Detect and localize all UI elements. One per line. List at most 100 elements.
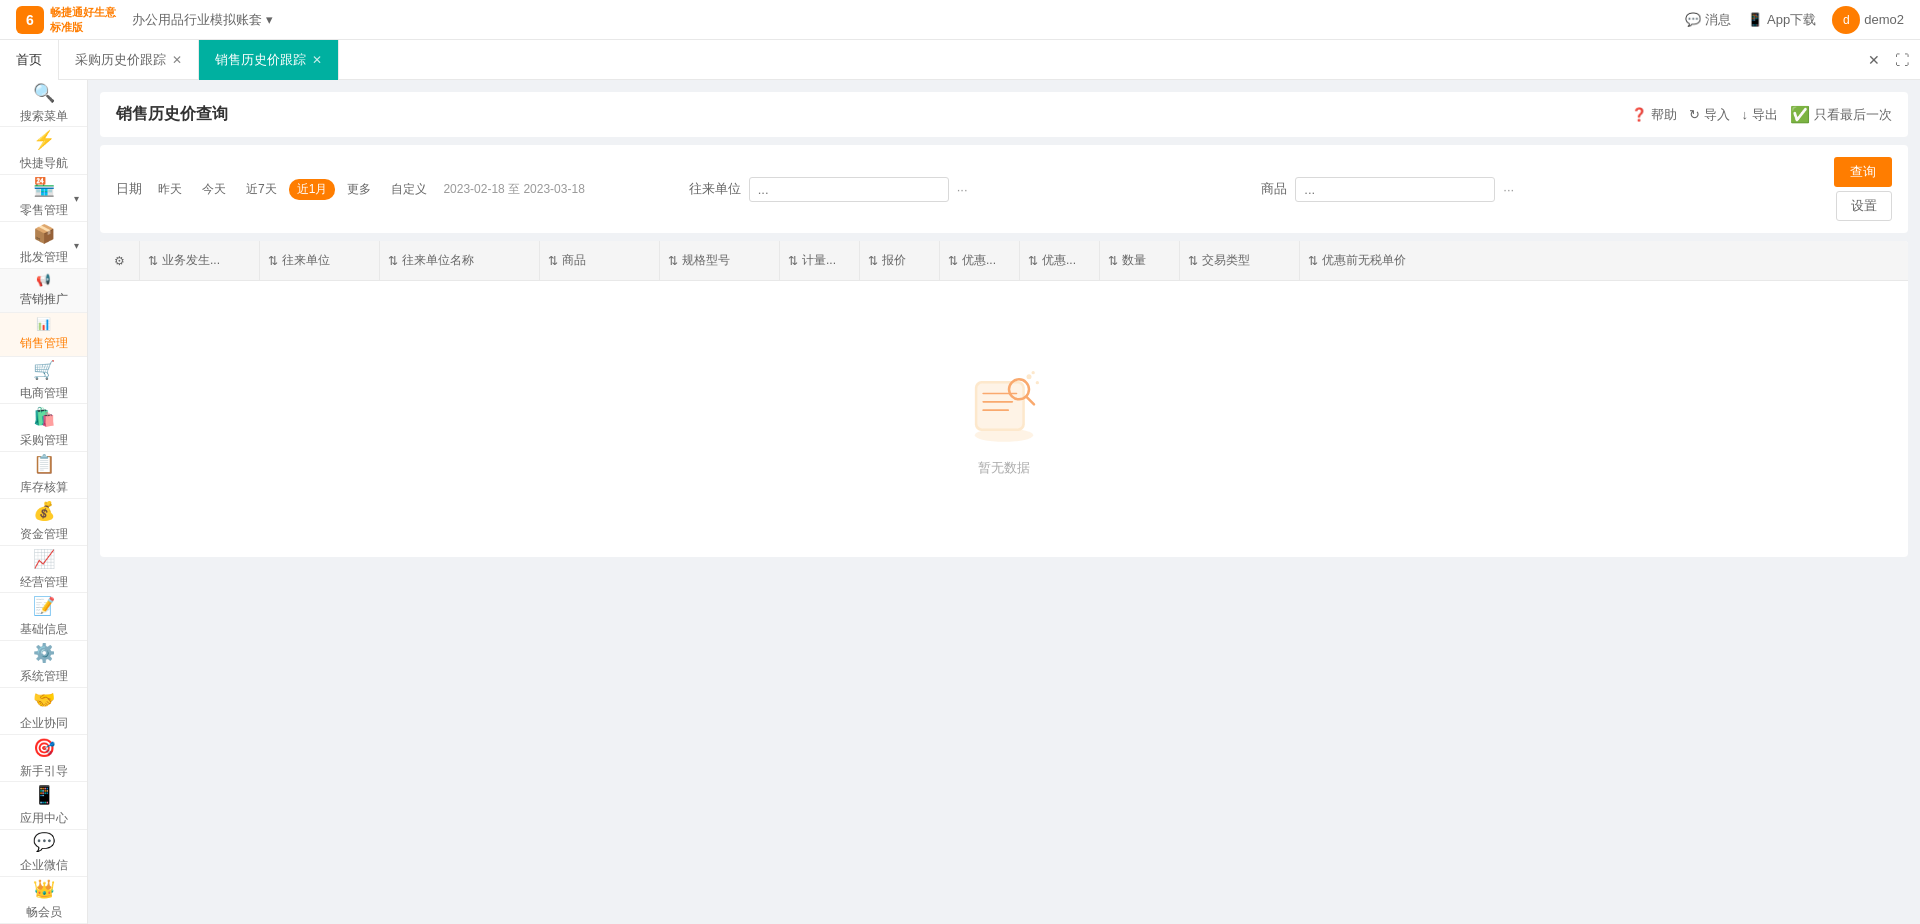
- message-icon: 💬: [1685, 12, 1701, 27]
- help-button[interactable]: ❓ 帮助: [1631, 106, 1677, 124]
- logo-text: 畅捷通好生意 标准版: [50, 5, 116, 34]
- sidebar-item-label: 销售管理: [20, 335, 68, 352]
- filter-row-date: 日期 昨天 今天 近7天 近1月 更多 自定义 2023-02-18 至 202…: [116, 179, 677, 200]
- user-avatar-button[interactable]: d demo2: [1832, 6, 1904, 34]
- tab-sales-label: 销售历史价跟踪: [215, 51, 306, 69]
- sidebar-item-enterprise[interactable]: 🤝 企业协同: [0, 688, 87, 735]
- date-btn-today[interactable]: 今天: [194, 179, 234, 200]
- enterprise-icon: 🤝: [33, 689, 55, 711]
- finance-icon: 💰: [33, 500, 55, 522]
- th-quote[interactable]: ⇅ 报价: [860, 241, 940, 280]
- date-btn-yesterday[interactable]: 昨天: [150, 179, 190, 200]
- sidebar-item-basic-info[interactable]: 📝 基础信息: [0, 593, 87, 640]
- th-trade-type[interactable]: ⇅ 交易类型: [1180, 241, 1300, 280]
- tab-sales-close[interactable]: ✕: [312, 53, 322, 67]
- sidebar-item-wechat[interactable]: 💬 企业微信: [0, 830, 87, 877]
- app-download-button[interactable]: 📱 App下载: [1747, 11, 1816, 29]
- date-label: 日期: [116, 180, 142, 198]
- th-goods[interactable]: ⇅ 商品: [540, 241, 660, 280]
- partner-label: 往来单位: [689, 180, 741, 198]
- filter-row-goods: 商品 ···: [1261, 177, 1822, 202]
- date-btn-custom[interactable]: 自定义: [383, 179, 435, 200]
- import-button[interactable]: ↻ 导入: [1689, 106, 1730, 124]
- date-btn-1month[interactable]: 近1月: [289, 179, 336, 200]
- sidebar-sub-marketing: 📢 营销推广 📊 销售管理: [0, 269, 87, 357]
- sidebar-item-guide[interactable]: 🎯 新手引导: [0, 735, 87, 782]
- quick-nav-icon: ⚡: [33, 129, 55, 151]
- operations-icon: 📈: [33, 548, 55, 570]
- sort-icon: ⇅: [868, 254, 878, 268]
- date-btn-more[interactable]: 更多: [339, 179, 379, 200]
- goods-more-icon[interactable]: ···: [1503, 182, 1514, 197]
- import-icon: ↻: [1689, 107, 1700, 122]
- sidebar-item-label: 应用中心: [20, 810, 68, 827]
- wechat-icon: 💬: [33, 831, 55, 853]
- sidebar-item-ecommerce[interactable]: 🛒 电商管理: [0, 357, 87, 404]
- table-header: ⚙ ⇅ 业务发生... ⇅ 往来单位 ⇅ 往来单位名称: [100, 241, 1908, 281]
- filter-row-partner: 往来单位 ···: [689, 177, 1250, 202]
- query-button[interactable]: 查询: [1834, 157, 1892, 187]
- marketing-icon: 📢: [36, 273, 51, 287]
- tab-close-button[interactable]: ✕: [1864, 50, 1884, 70]
- sort-icon: ⇅: [668, 254, 678, 268]
- sidebar-item-finance[interactable]: 💰 资金管理: [0, 499, 87, 546]
- sidebar-item-system[interactable]: ⚙️ 系统管理: [0, 641, 87, 688]
- tab-home[interactable]: 首页: [0, 40, 59, 80]
- goods-input[interactable]: [1295, 177, 1495, 202]
- partner-more-icon[interactable]: ···: [957, 182, 968, 197]
- page-header: 销售历史价查询 ❓ 帮助 ↻ 导入 ↓ 导出 ✅: [100, 92, 1908, 137]
- th-partner-code[interactable]: ⇅ 往来单位: [260, 241, 380, 280]
- top-header: 6 畅捷通好生意 标准版 办公用品行业模拟账套 ▾ 💬 消息 📱 App下载 d…: [0, 0, 1920, 40]
- logo-area: 6 畅捷通好生意 标准版: [16, 5, 116, 34]
- th-discount1[interactable]: ⇅ 优惠...: [940, 241, 1020, 280]
- sidebar-item-search-menu[interactable]: 🔍 搜索菜单: [0, 80, 87, 127]
- sidebar-item-wholesale[interactable]: 📦 批发管理: [0, 222, 87, 269]
- th-partner-name[interactable]: ⇅ 往来单位名称: [380, 241, 540, 280]
- sidebar: 🔍 搜索菜单 ⚡ 快捷导航 🏪 零售管理 📦 批发管理 📢 营销推广 📊 销售管…: [0, 80, 88, 924]
- sort-icon: ⇅: [148, 254, 158, 268]
- sidebar-item-inventory[interactable]: 📋 库存核算: [0, 452, 87, 499]
- tab-purchase[interactable]: 采购历史价跟踪 ✕: [59, 40, 199, 80]
- sort-icon: ⇅: [1188, 254, 1198, 268]
- logo-icon: 6: [16, 6, 44, 34]
- tab-maximize-button[interactable]: ⛶: [1892, 50, 1912, 70]
- wholesale-icon: 📦: [33, 223, 55, 245]
- date-range: 2023-02-18 至 2023-03-18: [443, 181, 584, 198]
- sort-icon: ⇅: [1028, 254, 1038, 268]
- sort-icon: ⇅: [788, 254, 798, 268]
- export-button[interactable]: ↓ 导出: [1742, 106, 1779, 124]
- sidebar-item-operations[interactable]: 📈 经营管理: [0, 546, 87, 593]
- settings-button[interactable]: 设置: [1836, 191, 1892, 221]
- tab-purchase-close[interactable]: ✕: [172, 53, 182, 67]
- sidebar-item-label: 企业协同: [20, 715, 68, 732]
- sidebar-item-label: 系统管理: [20, 668, 68, 685]
- sidebar-item-marketing[interactable]: 📢 营销推广: [0, 269, 87, 313]
- message-button[interactable]: 💬 消息: [1685, 11, 1731, 29]
- th-biz-date[interactable]: ⇅ 业务发生...: [140, 241, 260, 280]
- date-filters: 昨天 今天 近7天 近1月 更多 自定义: [150, 179, 435, 200]
- sidebar-item-retail[interactable]: 🏪 零售管理: [0, 175, 87, 222]
- no-data-illustration: [954, 361, 1054, 451]
- sidebar-item-purchase-mgmt[interactable]: 🛍️ 采购管理: [0, 404, 87, 451]
- system-icon: ⚙️: [33, 642, 55, 664]
- date-btn-7days[interactable]: 近7天: [238, 179, 285, 200]
- th-spec[interactable]: ⇅ 规格型号: [660, 241, 780, 280]
- th-settings[interactable]: ⚙: [100, 241, 140, 280]
- th-pre-tax[interactable]: ⇅ 优惠前无税单价: [1300, 241, 1908, 280]
- sidebar-item-vip[interactable]: 👑 畅会员: [0, 877, 87, 924]
- sidebar-item-quick-nav[interactable]: ⚡ 快捷导航: [0, 127, 87, 174]
- sidebar-item-sales-mgmt[interactable]: 📊 销售管理: [0, 313, 87, 357]
- sidebar-item-app-center[interactable]: 📱 应用中心: [0, 782, 87, 829]
- last-only-checkbox[interactable]: ✅ 只看最后一次: [1790, 105, 1892, 124]
- sidebar-item-label: 资金管理: [20, 526, 68, 543]
- sidebar-item-label: 新手引导: [20, 763, 68, 780]
- app-selector[interactable]: 办公用品行业模拟账套 ▾: [124, 11, 281, 29]
- th-discount2[interactable]: ⇅ 优惠...: [1020, 241, 1100, 280]
- tab-sales[interactable]: 销售历史价跟踪 ✕: [199, 40, 339, 80]
- empty-text: 暂无数据: [978, 459, 1030, 477]
- sort-icon: ⇅: [948, 254, 958, 268]
- th-quantity[interactable]: ⇅ 数量: [1100, 241, 1180, 280]
- th-unit[interactable]: ⇅ 计量...: [780, 241, 860, 280]
- svg-point-10: [1032, 371, 1035, 374]
- partner-input[interactable]: [749, 177, 949, 202]
